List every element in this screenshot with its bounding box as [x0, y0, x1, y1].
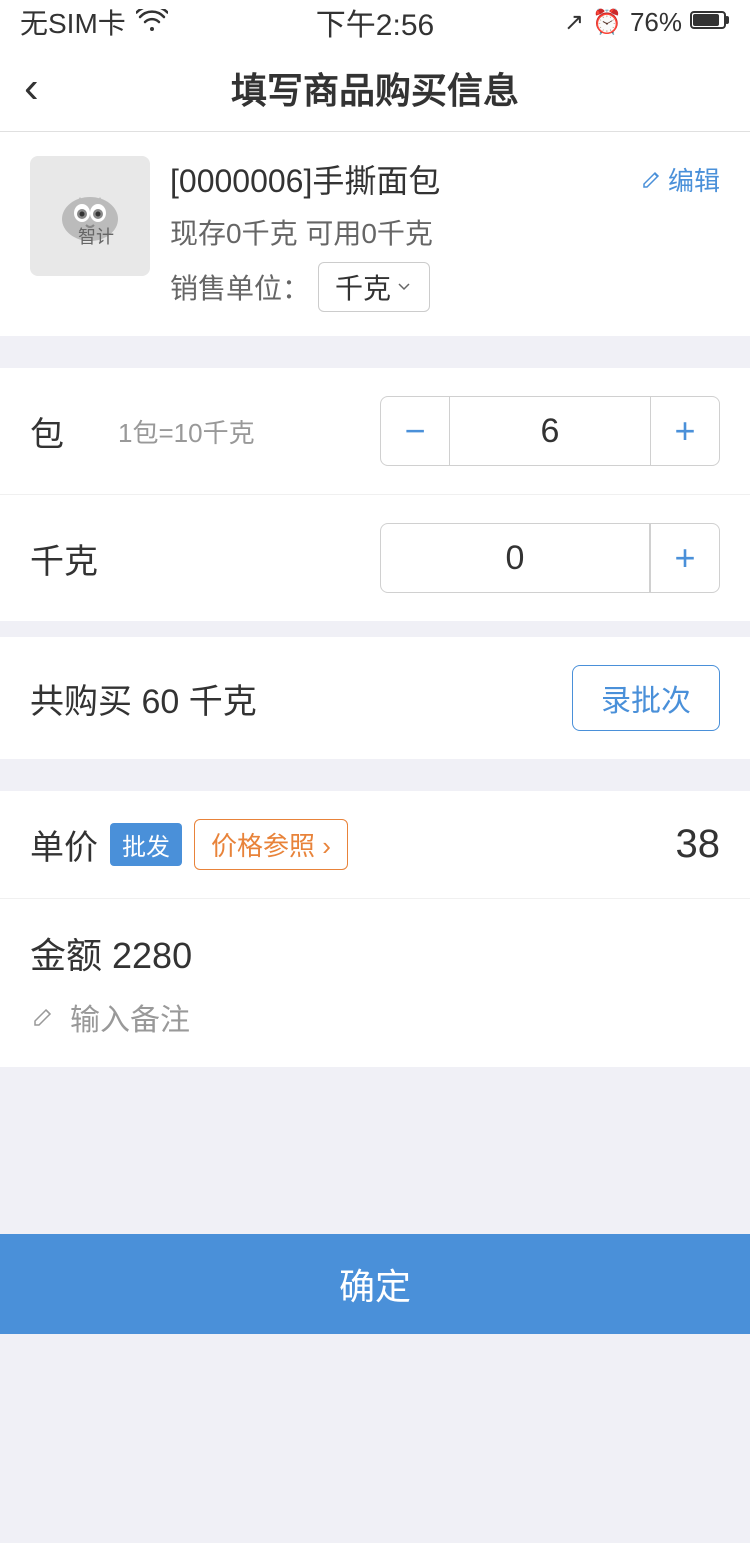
summary-text: 共购买 60 千克: [30, 674, 257, 723]
amount-section: 金额 2280 输入备注: [0, 899, 750, 1067]
product-name: [0000006]手撕面包: [170, 156, 440, 202]
kg-quantity-control: +: [380, 523, 720, 593]
carrier-text: 无SIM卡: [20, 2, 126, 42]
bao-sublabel: 1包=10千克: [118, 413, 380, 450]
divider-1: [0, 352, 750, 368]
remark-row[interactable]: 输入备注: [30, 995, 720, 1039]
alarm-icon: ⏰: [592, 8, 622, 37]
bao-label: 包: [30, 407, 110, 456]
status-time: 下午2:56: [316, 0, 434, 44]
product-info: [0000006]手撕面包 编辑 现存0千克 可用0千克 销售单位： 千克: [170, 156, 720, 312]
pencil-icon: [30, 1003, 58, 1031]
remark-label: 输入备注: [70, 995, 190, 1039]
wifi-icon: [136, 6, 168, 38]
kg-input[interactable]: [380, 523, 650, 593]
nav-bar: ‹ 填写商品购买信息: [0, 44, 750, 132]
price-ref-button[interactable]: 价格参照 ›: [194, 819, 348, 870]
price-tag: 批发: [110, 823, 182, 866]
status-right: ↗ ⏰ 76%: [564, 7, 730, 38]
confirm-button[interactable]: 确定: [339, 1258, 411, 1310]
kg-quantity-row: 千克 +: [0, 495, 750, 621]
battery-icon: [690, 7, 730, 38]
page-title: 填写商品购买信息: [231, 62, 519, 114]
divider-2: [0, 621, 750, 637]
kg-label: 千克: [30, 534, 110, 583]
unit-select[interactable]: 千克: [318, 262, 430, 312]
price-section: 单价 批发 价格参照 › 38: [0, 791, 750, 899]
bao-quantity-control: − +: [380, 396, 720, 466]
bao-minus-button[interactable]: −: [380, 396, 450, 466]
kg-plus-button[interactable]: +: [650, 523, 720, 593]
back-button[interactable]: ‹: [24, 63, 39, 113]
product-stock: 现存0千克 可用0千克: [170, 212, 720, 252]
amount-text: 金额 2280: [30, 927, 720, 979]
status-bar: 无SIM卡 下午2:56 ↗ ⏰ 76%: [0, 0, 750, 44]
summary-row: 共购买 60 千克 录批次: [0, 637, 750, 759]
bao-quantity-row: 包 1包=10千克 − +: [0, 368, 750, 495]
bao-input[interactable]: [450, 396, 650, 466]
confirm-bar[interactable]: 确定: [0, 1234, 750, 1334]
batch-button[interactable]: 录批次: [572, 665, 720, 731]
product-header: [0000006]手撕面包 编辑: [170, 156, 720, 202]
edit-button[interactable]: 编辑: [640, 161, 720, 198]
status-left: 无SIM卡: [20, 2, 168, 42]
svg-text:智计: 智计: [78, 227, 114, 247]
divider-3: [0, 775, 750, 791]
price-value: 38: [676, 822, 721, 867]
product-unit: 销售单位： 千克: [170, 262, 720, 312]
battery-text: 76%: [630, 7, 682, 38]
product-image: 智计: [30, 156, 150, 276]
bao-plus-button[interactable]: +: [650, 396, 720, 466]
location-icon: ↗: [564, 8, 584, 37]
product-card: 智计 [0000006]手撕面包 编辑 现存0千克 可用0千克 销售单位： 千克: [0, 132, 750, 336]
price-label: 单价 批发 价格参照 ›: [30, 819, 348, 870]
